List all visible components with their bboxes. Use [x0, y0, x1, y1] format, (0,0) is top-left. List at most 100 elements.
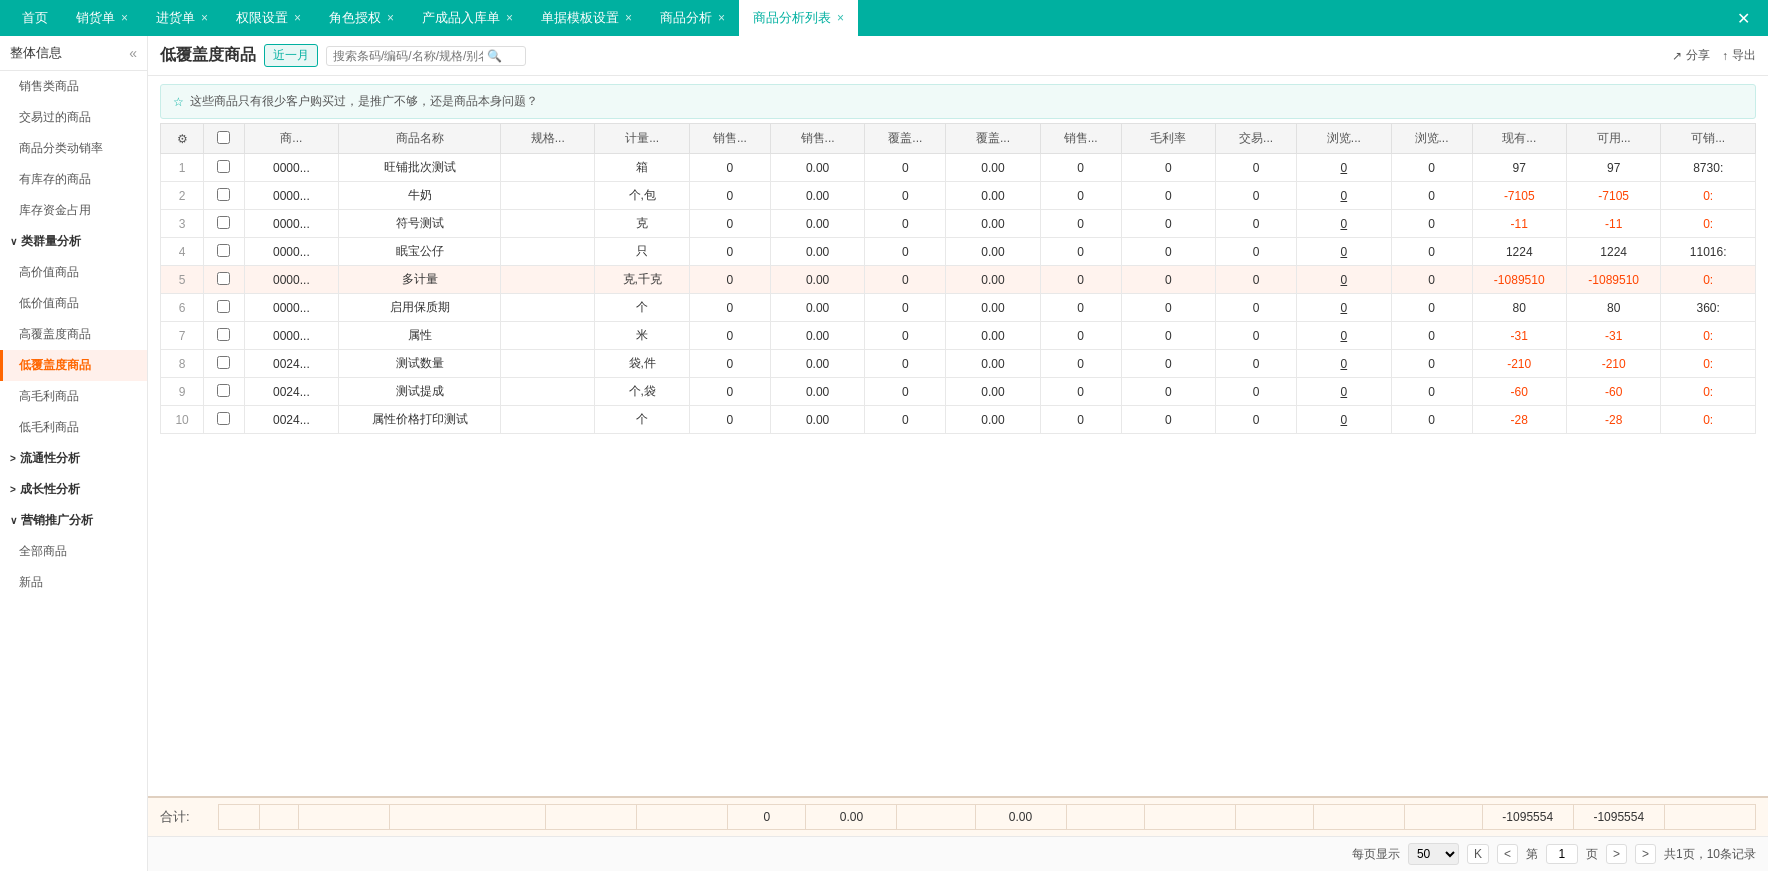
row-checkbox[interactable]: [217, 188, 230, 201]
nav-tab-purchase[interactable]: 进货单 ×: [142, 0, 222, 36]
col-unit[interactable]: 计量...: [595, 124, 689, 154]
col-name[interactable]: 商品名称: [339, 124, 501, 154]
col-spec[interactable]: 规格...: [501, 124, 595, 154]
nav-tab-roles[interactable]: 角色授权 ×: [315, 0, 408, 36]
row-checkbox[interactable]: [217, 160, 230, 173]
total-label: 合计:: [160, 808, 190, 826]
col-trade[interactable]: 交易...: [1216, 124, 1297, 154]
share-icon: ↗: [1672, 49, 1682, 63]
col-browse-b[interactable]: 浏览...: [1391, 124, 1472, 154]
col-sales-c[interactable]: 销售...: [1040, 124, 1121, 154]
close-tab-purchase[interactable]: ×: [201, 11, 208, 25]
total-sales-amt: 0.00: [806, 805, 897, 830]
sidebar-item-stock-capital[interactable]: 库存资金占用: [0, 195, 147, 226]
nav-tab-home[interactable]: 首页: [8, 0, 62, 36]
sidebar-item-new-goods[interactable]: 新品: [0, 567, 147, 598]
expand-icon-marketing: ∨: [10, 515, 17, 526]
expand-icon-growth: >: [10, 484, 16, 495]
col-cover-b[interactable]: 覆盖...: [946, 124, 1040, 154]
nav-tab-analysis-list[interactable]: 商品分析列表 ×: [739, 0, 858, 36]
close-tab-roles[interactable]: ×: [387, 11, 394, 25]
sidebar-item-sales-goods[interactable]: 销售类商品: [0, 71, 147, 102]
nav-tab-sales[interactable]: 销货单 ×: [62, 0, 142, 36]
row-checkbox[interactable]: [217, 356, 230, 369]
row-checkbox[interactable]: [217, 272, 230, 285]
main-layout: 整体信息 « 销售类商品 交易过的商品 商品分类动销率 有库存的商品 库存资金占…: [0, 36, 1768, 871]
col-code[interactable]: 商...: [244, 124, 338, 154]
row-checkbox[interactable]: [217, 412, 230, 425]
table-row: 100024...属性价格打印测试个00.0000.0000000-28-280…: [161, 406, 1756, 434]
sidebar-item-traded-goods[interactable]: 交易过的商品: [0, 102, 147, 133]
sidebar-item-stocked-goods[interactable]: 有库存的商品: [0, 164, 147, 195]
table-row: 90024...测试提成个,袋00.0000.0000000-60-600:: [161, 378, 1756, 406]
col-cover-a[interactable]: 覆盖...: [865, 124, 946, 154]
row-checkbox[interactable]: [217, 300, 230, 313]
next-page-btn[interactable]: >: [1606, 844, 1627, 864]
window-close-btn[interactable]: ✕: [1727, 9, 1760, 28]
close-tab-permissions[interactable]: ×: [294, 11, 301, 25]
col-gross[interactable]: 毛利率: [1121, 124, 1215, 154]
col-stock[interactable]: 现有...: [1472, 124, 1566, 154]
page-title: 低覆盖度商品: [160, 45, 256, 66]
nav-tab-template[interactable]: 单据模板设置 ×: [527, 0, 646, 36]
row-checkbox[interactable]: [217, 216, 230, 229]
sidebar-section-group-analysis[interactable]: ∨ 类群量分析: [0, 226, 147, 257]
pagination-bar: 每页显示 50 20 100 200 K < 第 页 > > 共1页，10条记录: [148, 836, 1768, 871]
sidebar-item-low-margin[interactable]: 低毛利商品: [0, 412, 147, 443]
col-checkbox[interactable]: [204, 124, 244, 154]
page-label: 第: [1526, 846, 1538, 863]
row-checkbox[interactable]: [217, 384, 230, 397]
table-row: 50000...多计量克,千克00.0000.0000000-1089510-1…: [161, 266, 1756, 294]
sidebar-item-high-value[interactable]: 高价值商品: [0, 257, 147, 288]
col-browse-a[interactable]: 浏览...: [1297, 124, 1391, 154]
content-area: 低覆盖度商品 近一月 🔍 ↗ 分享 ↑ 导出 ☆ 这些商品只有很少客户购买过，是…: [148, 36, 1768, 871]
info-bar: ☆ 这些商品只有很少客户购买过，是推广不够，还是商品本身问题？: [160, 84, 1756, 119]
sidebar-collapse-btn[interactable]: «: [129, 45, 137, 61]
sidebar-section-marketing[interactable]: ∨ 营销推广分析: [0, 505, 147, 536]
row-checkbox[interactable]: [217, 244, 230, 257]
sidebar-item-low-value[interactable]: 低价值商品: [0, 288, 147, 319]
col-saleable[interactable]: 可销...: [1661, 124, 1756, 154]
last-page-btn[interactable]: >: [1635, 844, 1656, 864]
col-sales-qty[interactable]: 销售...: [689, 124, 770, 154]
sidebar-header: 整体信息 «: [0, 36, 147, 71]
close-tab-analysis-list[interactable]: ×: [837, 11, 844, 25]
table-header-row: ⚙ 商... 商品名称 规格... 计量... 销售... 销售... 覆盖..…: [161, 124, 1756, 154]
expand-icon: ∨: [10, 236, 17, 247]
page-number-input[interactable]: [1546, 844, 1578, 864]
sidebar-item-all-goods[interactable]: 全部商品: [0, 536, 147, 567]
page-size-label: 每页显示: [1352, 846, 1400, 863]
col-avail[interactable]: 可用...: [1566, 124, 1660, 154]
close-tab-template[interactable]: ×: [625, 11, 632, 25]
close-tab-sales[interactable]: ×: [121, 11, 128, 25]
nav-tab-permissions[interactable]: 权限设置 ×: [222, 0, 315, 36]
col-settings[interactable]: ⚙: [161, 124, 204, 154]
table-row: 80024...测试数量袋,件00.0000.0000000-210-2100:: [161, 350, 1756, 378]
search-icon[interactable]: 🔍: [487, 49, 502, 63]
export-btn[interactable]: ↑ 导出: [1722, 47, 1756, 64]
search-input[interactable]: [333, 49, 483, 63]
nav-tab-product-entry[interactable]: 产成品入库单 ×: [408, 0, 527, 36]
table-footer: 合计: 0 0.00 0.00: [148, 796, 1768, 836]
prev-page-btn[interactable]: <: [1497, 844, 1518, 864]
row-checkbox[interactable]: [217, 328, 230, 341]
sidebar-item-high-coverage[interactable]: 高覆盖度商品: [0, 319, 147, 350]
nav-tab-analysis[interactable]: 商品分析 ×: [646, 0, 739, 36]
filter-btn[interactable]: 近一月: [264, 44, 318, 67]
sidebar-item-low-coverage[interactable]: 低覆盖度商品: [0, 350, 147, 381]
select-all-checkbox[interactable]: [217, 131, 230, 144]
top-nav: 首页 销货单 × 进货单 × 权限设置 × 角色授权 × 产成品入库单 × 单据…: [0, 0, 1768, 36]
sidebar: 整体信息 « 销售类商品 交易过的商品 商品分类动销率 有库存的商品 库存资金占…: [0, 36, 148, 871]
share-btn[interactable]: ↗ 分享: [1672, 47, 1710, 64]
close-tab-product-entry[interactable]: ×: [506, 11, 513, 25]
first-page-btn[interactable]: K: [1467, 844, 1489, 864]
sidebar-section-liquidity[interactable]: > 流通性分析: [0, 443, 147, 474]
close-tab-analysis[interactable]: ×: [718, 11, 725, 25]
table-row: 70000...属性米00.0000.0000000-31-310:: [161, 322, 1756, 350]
page-size-select[interactable]: 50 20 100 200: [1408, 843, 1459, 865]
header-actions: ↗ 分享 ↑ 导出: [1672, 47, 1756, 64]
sidebar-section-growth[interactable]: > 成长性分析: [0, 474, 147, 505]
col-sales-amt[interactable]: 销售...: [770, 124, 864, 154]
sidebar-item-high-margin[interactable]: 高毛利商品: [0, 381, 147, 412]
sidebar-item-category-rate[interactable]: 商品分类动销率: [0, 133, 147, 164]
